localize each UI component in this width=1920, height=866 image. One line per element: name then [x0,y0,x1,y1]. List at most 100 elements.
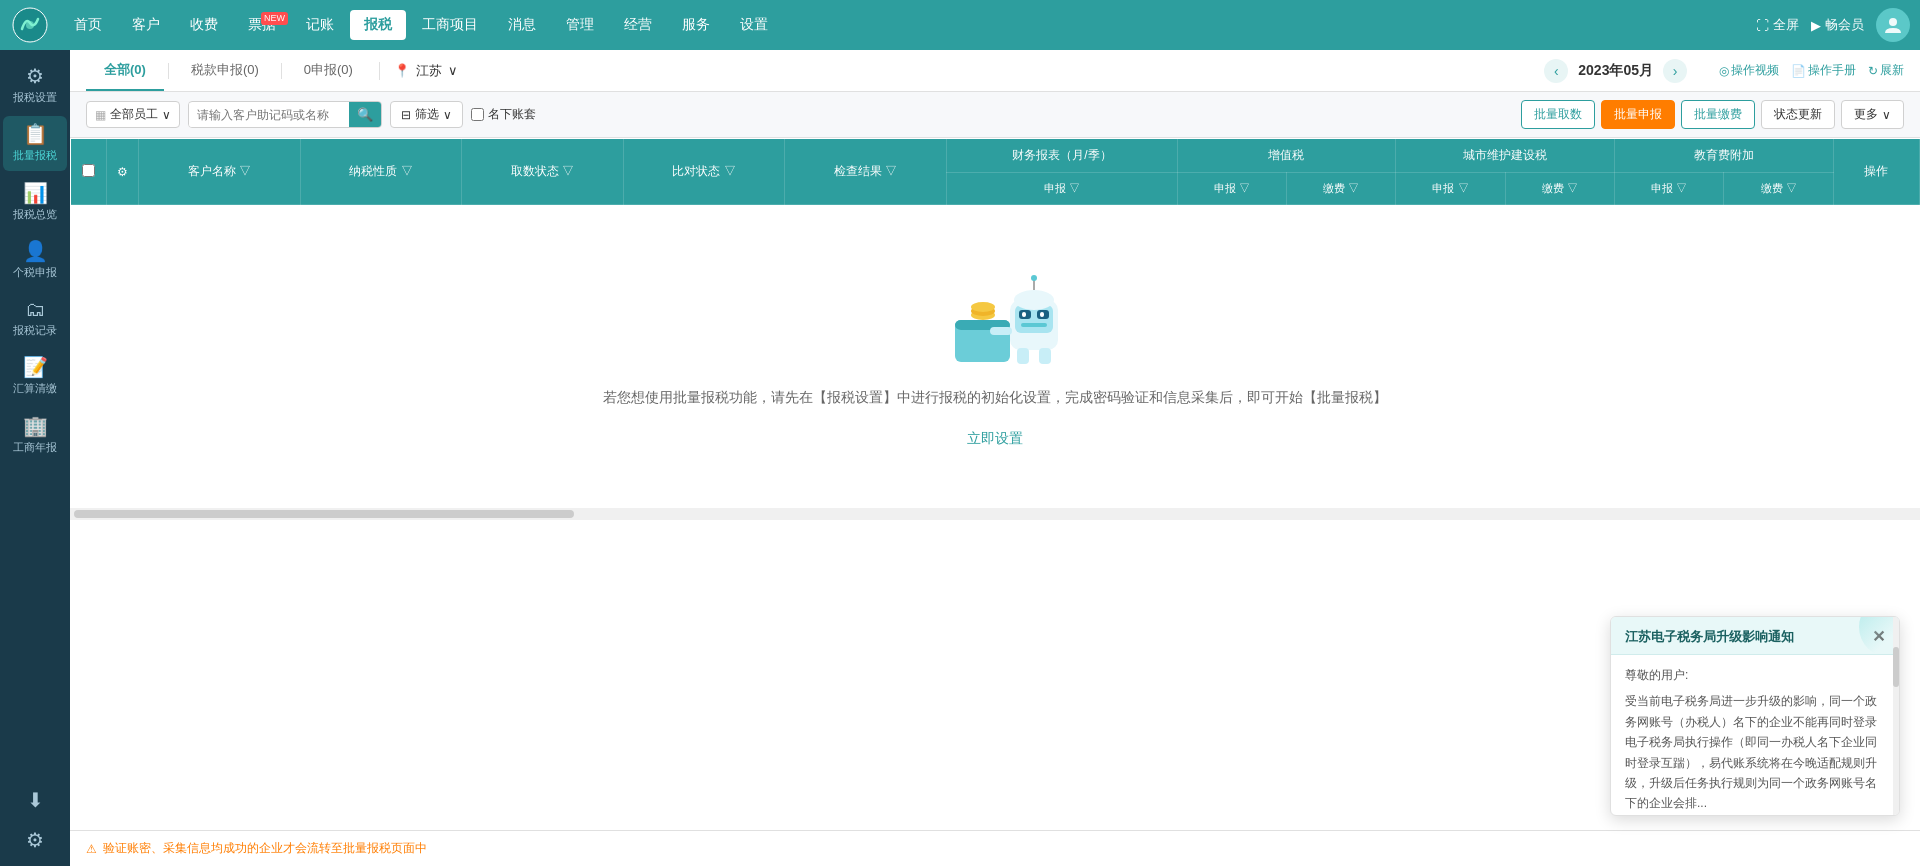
dropdown-chevron-icon: ∨ [162,108,171,122]
th-education-surcharge: 教育费附加 [1615,139,1834,173]
sidebar-item-personal-tax[interactable]: 👤 个税申报 [3,233,67,287]
vip-button[interactable]: ▶ 畅会员 [1811,16,1864,34]
nav-invoice[interactable]: 票据 NEW [234,10,290,40]
notification-title: 江苏电子税务局升级影响通知 [1625,628,1794,646]
tab-divider-2 [281,63,282,79]
th-vat: 增值税 [1177,139,1396,173]
settings-icon: ⚙ [26,830,44,850]
sidebar-item-tax-records[interactable]: 🗂 报税记录 [3,291,67,345]
notification-body: 尊敬的用户: 受当前电子税务局进一步升级的影响，同一个政务网账号（办税人）名下的… [1611,655,1899,815]
th-gear: ⚙ [107,139,139,205]
sidebar-item-annual-settlement[interactable]: 📝 汇算清缴 [3,349,67,403]
th-edu-declare: 申报 ▽ [1615,173,1724,205]
personal-tax-icon: 👤 [23,241,48,261]
tab-tax-declare[interactable]: 税款申报(0) [173,51,277,91]
svg-point-15 [1014,290,1054,310]
svg-point-1 [26,21,34,29]
manual-icon: 📄 [1791,64,1806,78]
nav-bookkeeping[interactable]: 记账 [292,10,348,40]
nav-home[interactable]: 首页 [60,10,116,40]
current-date: 2023年05月 [1578,62,1653,80]
th-vat-pay: 缴费 ▽ [1286,173,1395,205]
select-all-checkbox[interactable] [82,164,95,177]
location-icon: 📍 [394,63,410,78]
svg-point-2 [1889,18,1897,26]
tax-records-icon: 🗂 [25,299,45,319]
download-icon: ⬇ [27,790,44,810]
nav-right-actions: ⛶ 全屏 ▶ 畅会员 [1756,8,1910,42]
notification-scroll-thumb[interactable] [1893,647,1899,687]
nav-business[interactable]: 工商项目 [408,10,492,40]
th-city-tax: 城市维护建设税 [1396,139,1615,173]
tab-bar: 全部(0) 税款申报(0) 0申报(0) 📍 江苏 ∨ ‹ 2023年05月 › [70,50,1920,92]
scroll-thumb[interactable] [74,510,574,518]
employee-select[interactable]: ▦ 全部员工 ∨ [86,101,180,128]
date-navigator: ‹ 2023年05月 › [1544,59,1703,83]
sidebar-label-annual-settlement: 汇算清缴 [13,381,57,395]
svg-rect-18 [1017,348,1029,364]
batch-tax-icon: 📋 [23,124,48,144]
svg-rect-20 [990,327,1012,335]
svg-rect-19 [1039,348,1051,364]
sidebar-item-download[interactable]: ⬇ [3,782,67,818]
nav-manage[interactable]: 管理 [552,10,608,40]
nav-customer[interactable]: 客户 [118,10,174,40]
tab-all[interactable]: 全部(0) [86,51,164,91]
tab-divider-1 [168,63,169,79]
tax-overview-icon: 📊 [23,183,48,203]
user-avatar[interactable] [1876,8,1910,42]
batch-declare-button[interactable]: 批量申报 [1601,100,1675,129]
nav-service[interactable]: 服务 [668,10,724,40]
th-operation: 操作 [1833,139,1919,205]
empty-message: 若您想使用批量报税功能，请先在【报税设置】中进行报税的初始化设置，完成密码验证和… [603,385,1387,410]
th-financial-report: 财务报表（月/季） [947,139,1178,173]
sidebar-item-tax-settings[interactable]: ⚙ 报税设置 [3,58,67,112]
prev-month-button[interactable]: ‹ [1544,59,1568,83]
nav-tax[interactable]: 报税 [350,10,406,40]
nav-items: 首页 客户 收费 票据 NEW 记账 报税 工商项目 消息 管理 经营 服务 设… [60,10,1756,40]
empty-state: 若您想使用批量报税功能，请先在【报税设置】中进行报税的初始化设置，完成密码验证和… [70,205,1920,508]
batch-pay-button[interactable]: 批量缴费 [1681,100,1755,129]
annual-report-icon: 🏢 [23,416,48,436]
video-icon: ◎ [1719,64,1729,78]
more-button[interactable]: 更多 ∨ [1841,100,1904,129]
filter-chevron-icon: ∨ [443,108,452,122]
setup-link[interactable]: 立即设置 [967,430,1023,448]
refresh-link[interactable]: ↻ 展新 [1868,62,1904,79]
next-month-button[interactable]: › [1663,59,1687,83]
fullscreen-button[interactable]: ⛶ 全屏 [1756,16,1799,34]
app-logo[interactable] [10,5,50,45]
account-checkbox-label[interactable]: 名下账套 [471,106,536,123]
nav-billing[interactable]: 收费 [176,10,232,40]
status-update-button[interactable]: 状态更新 [1761,100,1835,129]
more-chevron-icon: ∨ [1882,108,1891,122]
sidebar-item-tax-overview[interactable]: 📊 报税总览 [3,175,67,229]
account-checkbox[interactable] [471,108,484,121]
operation-manual-link[interactable]: 📄 操作手册 [1791,62,1856,79]
horizontal-scrollbar[interactable] [70,508,1920,520]
province-selector[interactable]: 📍 江苏 ∨ [379,62,472,80]
operation-video-link[interactable]: ◎ 操作视频 [1719,62,1779,79]
search-input[interactable] [189,103,349,127]
svg-rect-13 [1040,312,1044,317]
th-financial-declare: 申报 ▽ [947,173,1178,205]
search-button[interactable]: 🔍 [349,102,381,127]
sidebar: ⚙ 报税设置 📋 批量报税 📊 报税总览 👤 个税申报 🗂 报税记录 📝 汇算清… [0,50,70,866]
th-tax-nature: 纳税性质 ▽ [300,139,462,205]
sidebar-item-batch-tax[interactable]: 📋 批量报税 [3,116,67,170]
sidebar-item-settings[interactable]: ⚙ [3,822,67,858]
nav-operation[interactable]: 经营 [610,10,666,40]
th-city-pay: 缴费 ▽ [1505,173,1614,205]
notification-scrollbar[interactable] [1893,617,1899,815]
chevron-down-icon: ∨ [448,63,458,78]
robot-illustration [935,265,1055,365]
fullscreen-icon: ⛶ [1756,18,1769,33]
nav-message[interactable]: 消息 [494,10,550,40]
tab-zero-declare[interactable]: 0申报(0) [286,51,371,91]
filter-button[interactable]: ⊟ 筛选 ∨ [390,101,463,128]
batch-fetch-button[interactable]: 批量取数 [1521,100,1595,129]
filter-icon: ⊟ [401,108,411,122]
nav-settings[interactable]: 设置 [726,10,782,40]
th-city-declare: 申报 ▽ [1396,173,1505,205]
sidebar-item-annual-report[interactable]: 🏢 工商年报 [3,408,67,462]
